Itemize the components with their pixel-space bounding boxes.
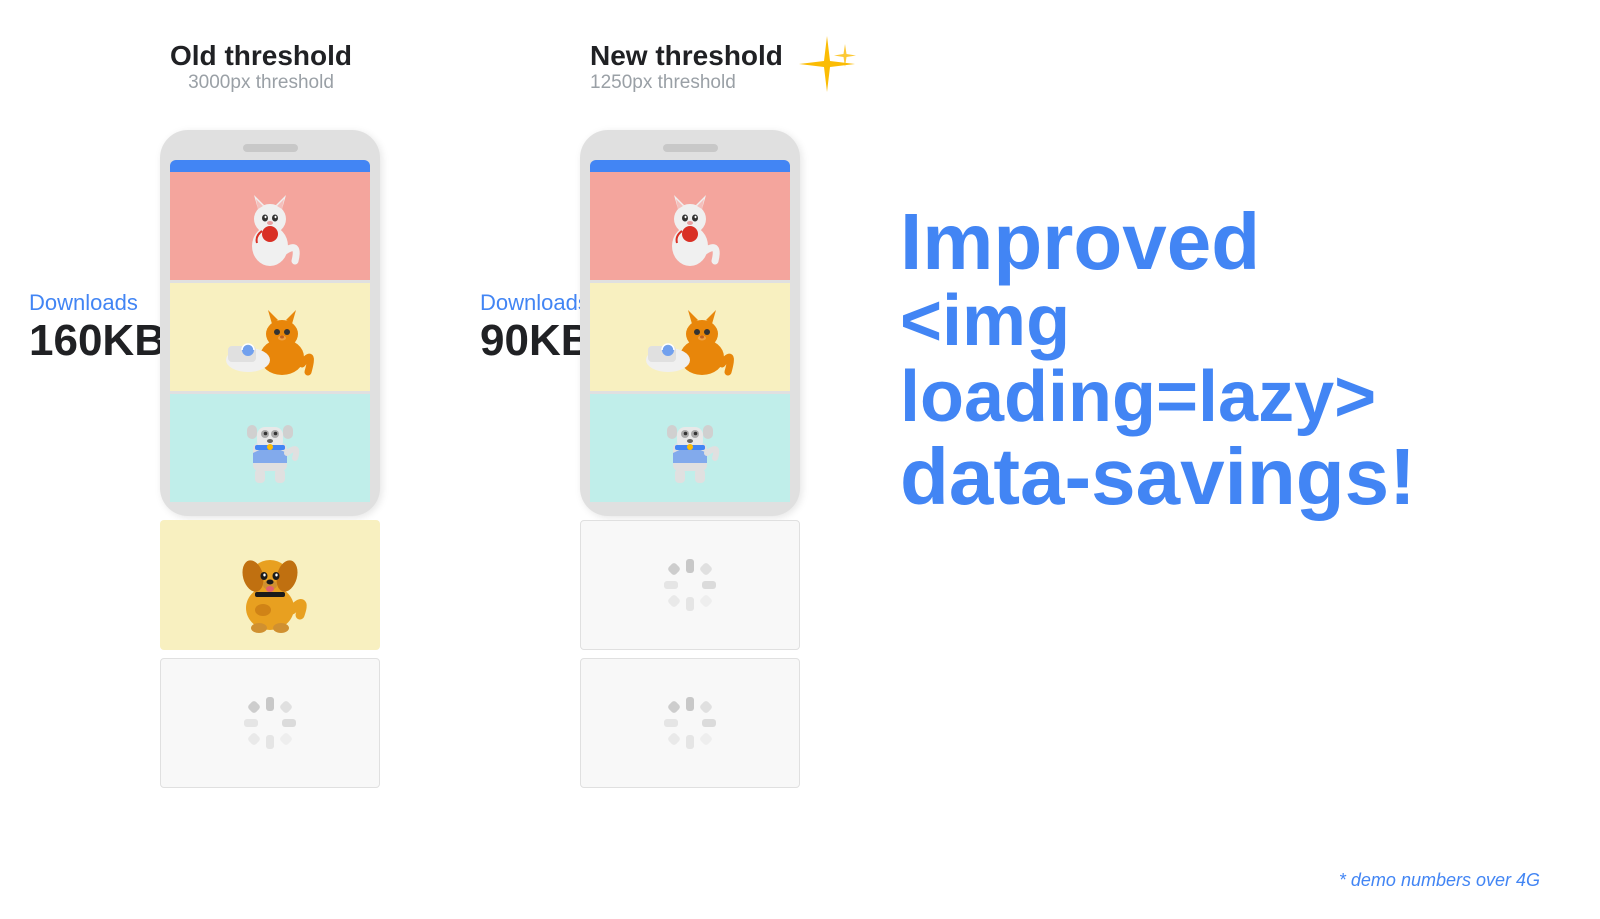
old-threshold-title: Old threshold [170, 40, 352, 72]
new-phone-img2 [590, 283, 790, 391]
new-phone-img3 [590, 394, 790, 502]
new-downloads-label: Downloads [480, 290, 593, 316]
old-below-fold-img2 [160, 658, 380, 788]
sparkle-icon [797, 34, 857, 99]
old-downloads-info: Downloads 160KB [29, 290, 166, 366]
new-threshold-title: New threshold [590, 40, 783, 72]
old-phone-img1 [170, 172, 370, 280]
new-below-fold-img1 [580, 520, 800, 650]
old-phone-img3 [170, 394, 370, 502]
new-downloads-size: 90KB [480, 316, 593, 366]
old-phone [160, 130, 380, 516]
improved-line2: <img loading=lazy> [900, 284, 1560, 435]
improved-line1: Improved [900, 200, 1560, 284]
old-threshold-subtitle: 3000px threshold [170, 72, 352, 94]
new-below-fold-img2 [580, 658, 800, 788]
demo-note: * demo numbers over 4G [1339, 870, 1540, 891]
right-section: Improved <img loading=lazy> data-savings… [900, 200, 1560, 519]
old-phone-img2 [170, 283, 370, 391]
improved-line3: data-savings! [900, 435, 1560, 519]
old-downloads-label: Downloads [29, 290, 166, 316]
new-phone-img1 [590, 172, 790, 280]
new-downloads-info: Downloads 90KB [480, 290, 593, 366]
new-phone [580, 130, 800, 516]
old-below-fold-img1 [160, 520, 380, 650]
old-downloads-size: 160KB [29, 316, 166, 366]
new-threshold-subtitle: 1250px threshold [590, 72, 783, 94]
